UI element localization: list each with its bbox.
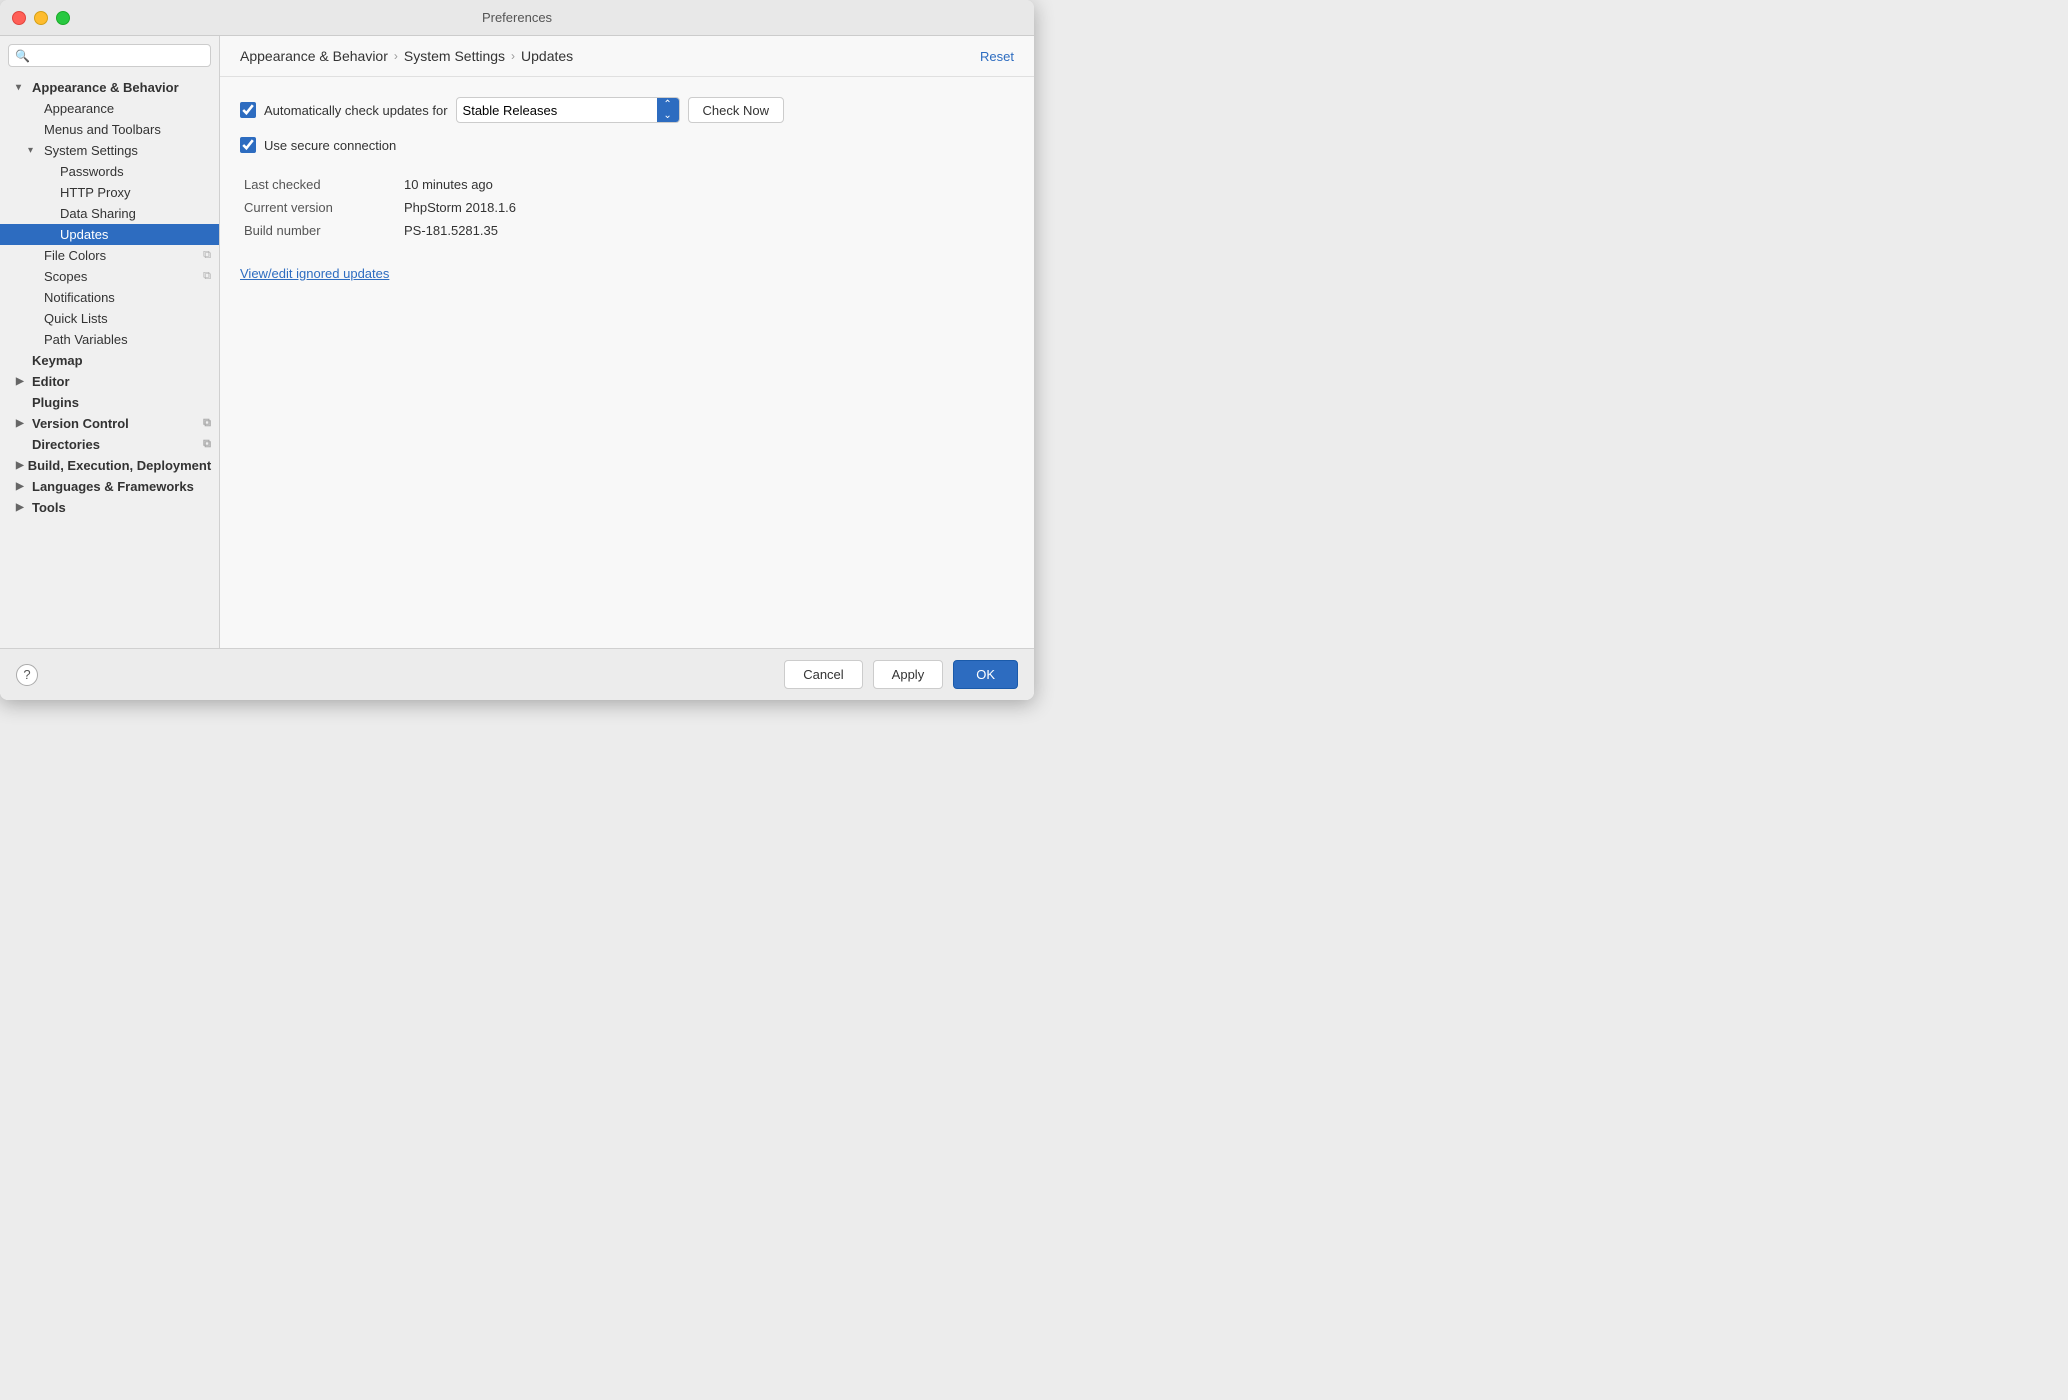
sidebar-item-updates[interactable]: Updates — [0, 224, 219, 245]
expand-arrow: ▶ — [16, 502, 28, 513]
sidebar-item-version-control[interactable]: ▶ Version Control ⧉ — [0, 413, 219, 434]
sidebar-item-plugins[interactable]: Plugins — [0, 392, 219, 413]
sidebar-item-http-proxy[interactable]: HTTP Proxy — [0, 182, 219, 203]
expand-arrow: ▶ — [16, 418, 28, 429]
info-row-last-checked: Last checked 10 minutes ago — [244, 177, 1014, 192]
search-input[interactable] — [34, 48, 204, 63]
check-now-button[interactable]: Check Now — [688, 97, 784, 123]
sidebar-item-appearance-behavior[interactable]: ▾ Appearance & Behavior — [0, 77, 219, 98]
traffic-lights — [12, 11, 70, 25]
sidebar-item-appearance[interactable]: Appearance — [0, 98, 219, 119]
sidebar-item-scopes[interactable]: Scopes ⧉ — [0, 266, 219, 287]
close-button[interactable] — [12, 11, 26, 25]
titlebar: Preferences — [0, 0, 1034, 36]
sidebar-item-system-settings[interactable]: ▾ System Settings — [0, 140, 219, 161]
sidebar-item-quick-lists[interactable]: Quick Lists — [0, 308, 219, 329]
main-content: 🔍 ▾ Appearance & Behavior Appearance Men… — [0, 36, 1034, 648]
breadcrumb-separator-1: › — [394, 49, 398, 63]
view-edit-ignored-link[interactable]: View/edit ignored updates — [240, 266, 389, 281]
content-area: Appearance & Behavior › System Settings … — [220, 36, 1034, 648]
search-box[interactable]: 🔍 — [8, 44, 211, 67]
secure-connection-label: Use secure connection — [264, 138, 396, 153]
sidebar-item-tools[interactable]: ▶ Tools — [0, 497, 219, 518]
sidebar-item-languages-frameworks[interactable]: ▶ Languages & Frameworks — [0, 476, 219, 497]
breadcrumb-bar: Appearance & Behavior › System Settings … — [220, 36, 1034, 77]
secure-connection-row: Use secure connection — [240, 137, 1014, 153]
auto-check-label: Automatically check updates for — [264, 103, 448, 118]
current-version-label: Current version — [244, 200, 404, 215]
expand-arrow: ▶ — [16, 481, 28, 492]
bottom-buttons: Cancel Apply OK — [784, 660, 1018, 689]
sidebar-item-notifications[interactable]: Notifications — [0, 287, 219, 308]
window-title: Preferences — [482, 10, 552, 25]
current-version-value: PhpStorm 2018.1.6 — [404, 200, 516, 215]
auto-check-row: Automatically check updates for Stable R… — [240, 97, 1014, 123]
sidebar-item-data-sharing[interactable]: Data Sharing — [0, 203, 219, 224]
dropdown-arrow-icon: ⌃⌄ — [657, 98, 679, 122]
sidebar-item-directories[interactable]: Directories ⧉ — [0, 434, 219, 455]
breadcrumb: Appearance & Behavior › System Settings … — [240, 48, 573, 64]
info-row-build-number: Build number PS-181.5281.35 — [244, 223, 1014, 238]
releases-dropdown-wrapper[interactable]: Stable Releases Early Access Program All… — [456, 97, 680, 123]
copy-icon: ⧉ — [203, 438, 211, 451]
ok-button[interactable]: OK — [953, 660, 1018, 689]
preferences-window: Preferences 🔍 ▾ Appearance & Behavior Ap… — [0, 0, 1034, 700]
help-button[interactable]: ? — [16, 664, 38, 686]
info-table: Last checked 10 minutes ago Current vers… — [244, 177, 1014, 238]
sidebar-item-keymap[interactable]: Keymap — [0, 350, 219, 371]
maximize-button[interactable] — [56, 11, 70, 25]
build-number-value: PS-181.5281.35 — [404, 223, 498, 238]
collapse-arrow: ▾ — [16, 82, 28, 93]
breadcrumb-appearance-behavior[interactable]: Appearance & Behavior — [240, 48, 388, 64]
auto-check-checkbox[interactable] — [240, 102, 256, 118]
last-checked-label: Last checked — [244, 177, 404, 192]
copy-icon: ⧉ — [203, 417, 211, 430]
sidebar: 🔍 ▾ Appearance & Behavior Appearance Men… — [0, 36, 220, 648]
info-row-current-version: Current version PhpStorm 2018.1.6 — [244, 200, 1014, 215]
minimize-button[interactable] — [34, 11, 48, 25]
sidebar-item-path-variables[interactable]: Path Variables — [0, 329, 219, 350]
last-checked-value: 10 minutes ago — [404, 177, 493, 192]
sidebar-item-editor[interactable]: ▶ Editor — [0, 371, 219, 392]
expand-arrow: ▶ — [16, 376, 28, 387]
bottom-bar: ? Cancel Apply OK — [0, 648, 1034, 700]
secure-connection-checkbox[interactable] — [240, 137, 256, 153]
breadcrumb-system-settings[interactable]: System Settings — [404, 48, 505, 64]
breadcrumb-updates: Updates — [521, 48, 573, 64]
copy-icon: ⧉ — [203, 270, 211, 283]
cancel-button[interactable]: Cancel — [784, 660, 862, 689]
sidebar-item-menus-toolbars[interactable]: Menus and Toolbars — [0, 119, 219, 140]
collapse-arrow: ▾ — [28, 145, 40, 156]
releases-dropdown[interactable]: Stable Releases Early Access Program All… — [457, 103, 657, 118]
search-icon: 🔍 — [15, 49, 30, 63]
sidebar-item-file-colors[interactable]: File Colors ⧉ — [0, 245, 219, 266]
settings-body: Automatically check updates for Stable R… — [220, 77, 1034, 648]
copy-icon: ⧉ — [203, 249, 211, 262]
sidebar-item-build-exec-deploy[interactable]: ▶ Build, Execution, Deployment — [0, 455, 219, 476]
reset-button[interactable]: Reset — [980, 49, 1014, 64]
apply-button[interactable]: Apply — [873, 660, 944, 689]
sidebar-tree: ▾ Appearance & Behavior Appearance Menus… — [0, 75, 219, 648]
sidebar-item-passwords[interactable]: Passwords — [0, 161, 219, 182]
expand-arrow: ▶ — [16, 460, 24, 471]
breadcrumb-separator-2: › — [511, 49, 515, 63]
build-number-label: Build number — [244, 223, 404, 238]
